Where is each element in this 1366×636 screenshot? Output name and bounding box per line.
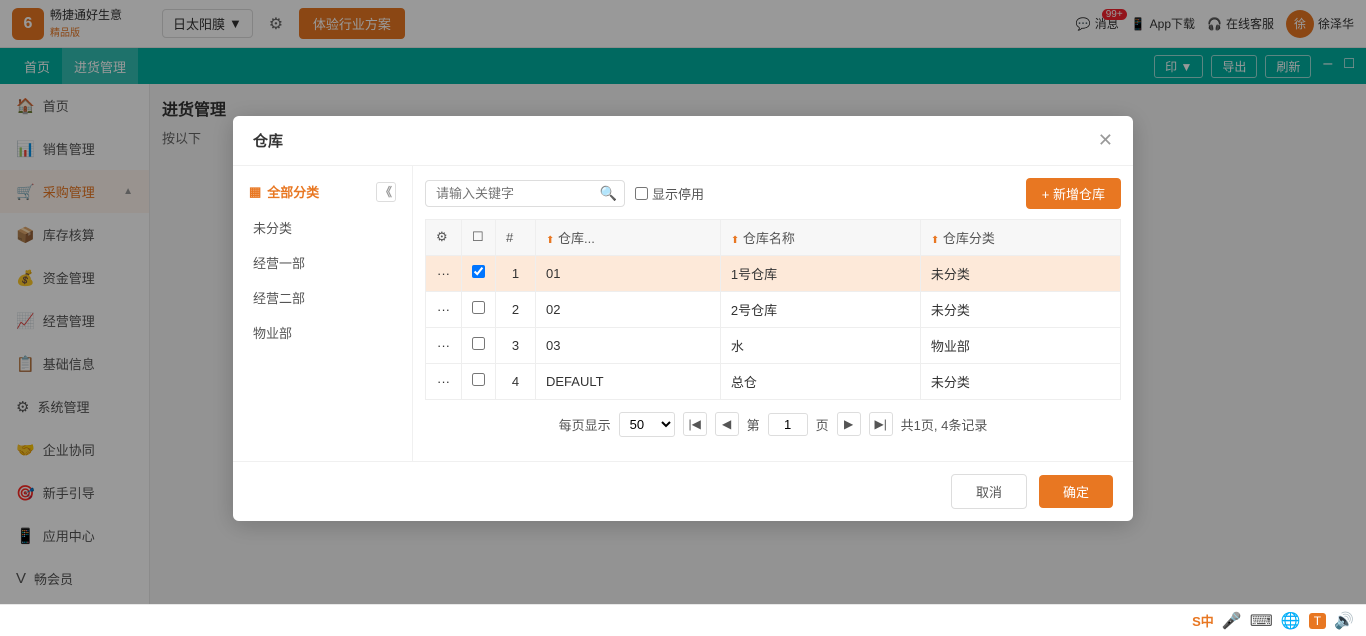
row-name: 水 <box>720 327 920 363</box>
category-unclassified[interactable]: 未分类 <box>233 210 412 245</box>
prev-page-btn[interactable]: ◀ <box>715 412 739 436</box>
row-name: 2号仓库 <box>720 291 920 327</box>
col-settings: ⚙ <box>426 219 462 255</box>
row-code: 02 <box>536 291 721 327</box>
next-page-btn[interactable]: ▶ <box>837 412 861 436</box>
warehouse-table: ⚙ ☐ # ⬆ 仓库... ⬆ 仓库名称 <box>425 219 1121 400</box>
col-num: # <box>496 219 536 255</box>
row-num: 1 <box>496 255 536 291</box>
language-icon[interactable]: 🌐 <box>1281 611 1301 631</box>
table-toolbar: 🔍 显示停用 + 新增仓库 <box>425 178 1121 209</box>
modal-body: ▦ 全部分类 《 未分类 经营一部 经营二部 物业部 <box>233 166 1133 461</box>
volume-icon[interactable]: 🔊 <box>1334 611 1354 631</box>
col-name[interactable]: ⬆ 仓库名称 <box>720 219 920 255</box>
add-warehouse-button[interactable]: + 新增仓库 <box>1026 178 1121 209</box>
modal-footer: 取消 确定 <box>233 461 1133 521</box>
table-row[interactable]: ··· 4 DEFAULT 总仓 未分类 <box>426 363 1121 399</box>
row-category: 未分类 <box>920 363 1120 399</box>
modal-title: 仓库 <box>253 130 283 151</box>
text-icon[interactable]: T <box>1309 613 1326 629</box>
show-disabled-label[interactable]: 显示停用 <box>635 184 704 203</box>
category-dept2[interactable]: 经营二部 <box>233 280 412 315</box>
row-name: 1号仓库 <box>720 255 920 291</box>
page-input[interactable] <box>768 413 808 436</box>
row-code: DEFAULT <box>536 363 721 399</box>
grid-icon: ▦ <box>249 184 261 200</box>
warehouse-modal: 仓库 ✕ ▦ 全部分类 《 未分类 经营一部 经营二部 <box>233 116 1133 521</box>
row-checkbox[interactable] <box>462 363 496 399</box>
category-dept1[interactable]: 经营一部 <box>233 245 412 280</box>
confirm-button[interactable]: 确定 <box>1039 475 1113 508</box>
col-check: ☐ <box>462 219 496 255</box>
table-row[interactable]: ··· 2 02 2号仓库 未分类 <box>426 291 1121 327</box>
row-code: 01 <box>536 255 721 291</box>
pagination: 每页显示 50 10 20 100 |◀ ◀ 第 页 ▶ ▶| 共1页, 4条记… <box>425 400 1121 449</box>
collapse-button[interactable]: 《 <box>376 182 396 202</box>
input-method-icon[interactable]: S中 <box>1192 611 1214 630</box>
search-icon[interactable]: 🔍 <box>600 185 617 202</box>
row-checkbox[interactable] <box>462 255 496 291</box>
category-panel: ▦ 全部分类 《 未分类 经营一部 经营二部 物业部 <box>233 166 413 461</box>
table-row[interactable]: ··· 3 03 水 物业部 <box>426 327 1121 363</box>
row-name: 总仓 <box>720 363 920 399</box>
cancel-button[interactable]: 取消 <box>951 474 1027 509</box>
table-row[interactable]: ··· 1 01 1号仓库 未分类 <box>426 255 1121 291</box>
last-page-btn[interactable]: ▶| <box>869 412 893 436</box>
keyboard-icon[interactable]: ⌨ <box>1250 611 1273 631</box>
row-checkbox[interactable] <box>462 327 496 363</box>
category-all[interactable]: ▦ 全部分类 《 <box>233 174 412 210</box>
col-code[interactable]: ⬆ 仓库... <box>536 219 721 255</box>
modal-close-button[interactable]: ✕ <box>1098 130 1113 151</box>
modal-header: 仓库 ✕ <box>233 116 1133 166</box>
search-wrap: 🔍 <box>425 180 625 207</box>
row-num: 2 <box>496 291 536 327</box>
category-property[interactable]: 物业部 <box>233 315 412 350</box>
bottom-bar: S中 🎤 ⌨ 🌐 T 🔊 <box>0 604 1366 636</box>
row-num: 4 <box>496 363 536 399</box>
row-checkbox[interactable] <box>462 291 496 327</box>
row-num: 3 <box>496 327 536 363</box>
col-category[interactable]: ⬆ 仓库分类 <box>920 219 1120 255</box>
row-actions[interactable]: ··· <box>426 327 462 363</box>
mic-icon[interactable]: 🎤 <box>1222 611 1242 631</box>
row-code: 03 <box>536 327 721 363</box>
search-input[interactable] <box>425 180 625 207</box>
row-actions[interactable]: ··· <box>426 255 462 291</box>
row-actions[interactable]: ··· <box>426 291 462 327</box>
modal-overlay: 仓库 ✕ ▦ 全部分类 《 未分类 经营一部 经营二部 <box>0 0 1366 636</box>
row-actions[interactable]: ··· <box>426 363 462 399</box>
row-category: 未分类 <box>920 255 1120 291</box>
table-panel: 🔍 显示停用 + 新增仓库 ⚙ ☐ <box>413 166 1133 461</box>
row-category: 物业部 <box>920 327 1120 363</box>
show-disabled-checkbox[interactable] <box>635 187 648 200</box>
first-page-btn[interactable]: |◀ <box>683 412 707 436</box>
row-category: 未分类 <box>920 291 1120 327</box>
table-wrap: ⚙ ☐ # ⬆ 仓库... ⬆ 仓库名称 <box>425 219 1121 400</box>
per-page-select[interactable]: 50 10 20 100 <box>619 412 675 437</box>
